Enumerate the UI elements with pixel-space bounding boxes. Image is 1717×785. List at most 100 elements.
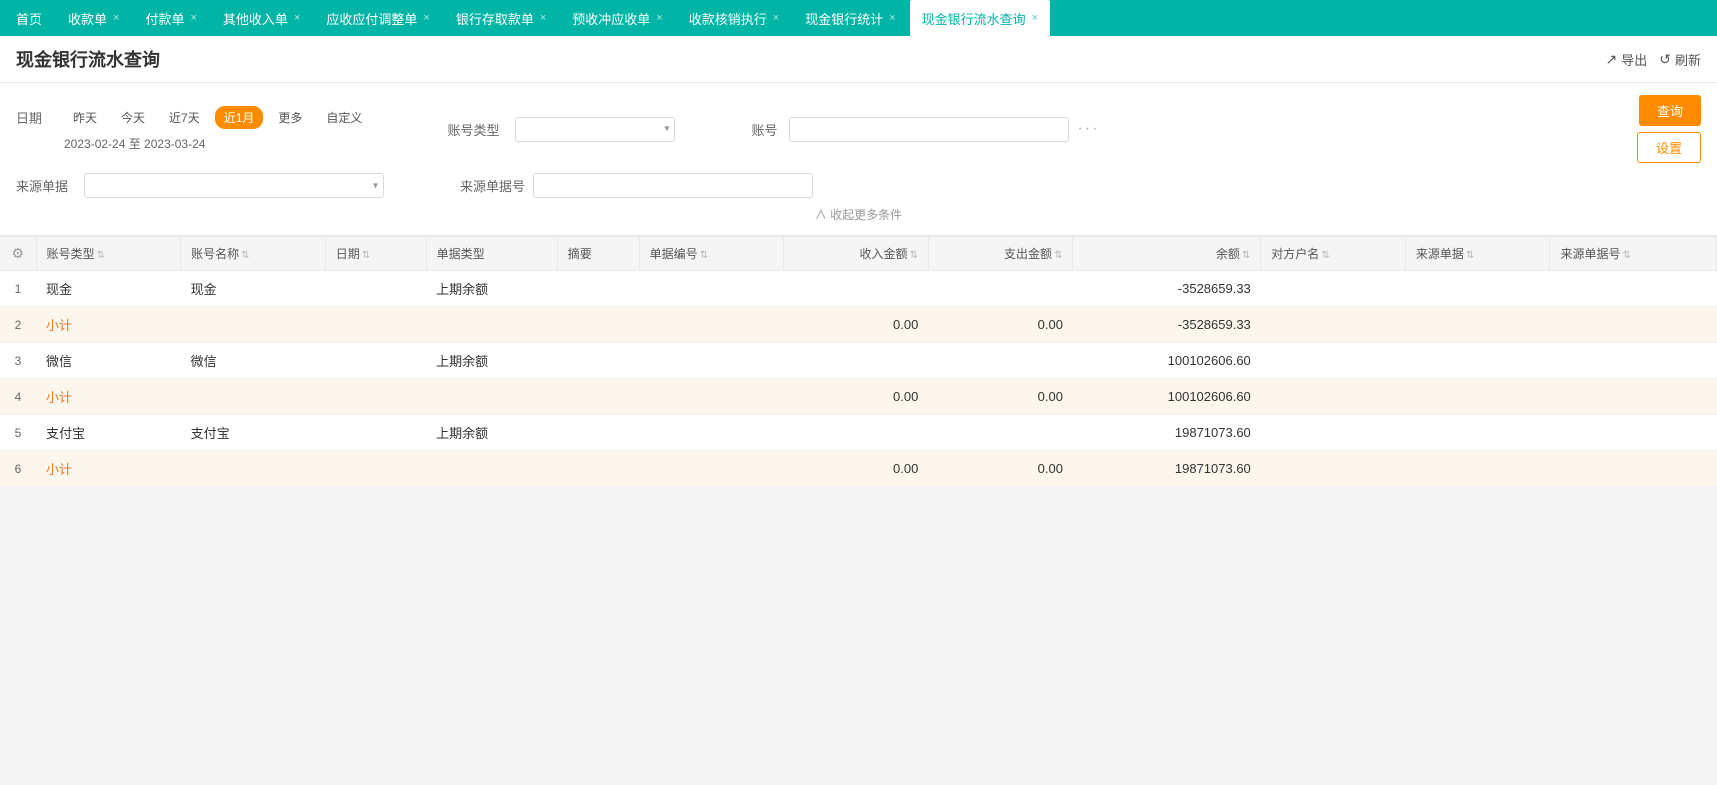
cell-source-doc-no <box>1550 379 1717 415</box>
data-table: ⚙ 账号类型⇅ 账号名称⇅ 日期⇅ 单据类型 摘要 单据编号⇅ <box>0 236 1717 487</box>
col-counterpart[interactable]: 对方户名⇅ <box>1261 237 1406 271</box>
nav-bank-flow[interactable]: 现金银行流水查询 × <box>910 0 1050 36</box>
col-income[interactable]: 收入金额⇅ <box>784 237 929 271</box>
cell-balance: 19871073.60 <box>1073 415 1261 451</box>
nav-other-income[interactable]: 其他收入单 × <box>211 0 312 36</box>
date-btn-more[interactable]: 更多 <box>269 106 311 129</box>
date-filter-group: 日期 昨天 今天 近7天 近1月 更多 自定义 2023-02-24 至 202… <box>16 106 371 152</box>
col-summary: 摘要 <box>557 237 639 271</box>
cell-date <box>325 379 426 415</box>
nav-receipt-close[interactable]: × <box>113 12 119 24</box>
top-nav: 首页 收款单 × 付款单 × 其他收入单 × 应收应付调整单 × 银行存取款单 … <box>0 0 1717 36</box>
cell-doc-type: 上期余额 <box>426 415 557 451</box>
source-doc-input[interactable] <box>84 173 384 198</box>
query-button[interactable]: 查询 <box>1639 95 1701 126</box>
nav-advance[interactable]: 预收冲应收单 × <box>560 0 674 36</box>
cell-counterpart <box>1261 307 1406 343</box>
nav-adjustment[interactable]: 应收应付调整单 × <box>314 0 441 36</box>
col-source-doc-no[interactable]: 来源单据号⇅ <box>1550 237 1717 271</box>
cell-source-doc <box>1405 307 1550 343</box>
col-settings[interactable]: ⚙ <box>0 237 36 271</box>
table-row[interactable]: 4小计0.000.00100102606.60 <box>0 379 1717 415</box>
settings-gear-icon[interactable]: ⚙ <box>11 245 24 261</box>
cell-balance: 19871073.60 <box>1073 451 1261 487</box>
refresh-button[interactable]: ↺ 刷新 <box>1659 50 1701 69</box>
sort-date-icon: ⇅ <box>362 250 370 261</box>
cell-income: 0.00 <box>784 379 929 415</box>
sort-counterpart-icon: ⇅ <box>1321 250 1329 261</box>
date-btn-yesterday[interactable]: 昨天 <box>64 106 106 129</box>
nav-verify[interactable]: 收款核销执行 × <box>677 0 791 36</box>
col-doc-no[interactable]: 单据编号⇅ <box>639 237 784 271</box>
settings-button[interactable]: 设置 <box>1637 132 1701 163</box>
table-row[interactable]: 5支付宝支付宝上期余额19871073.60 <box>0 415 1717 451</box>
cell-expense: 0.00 <box>928 379 1073 415</box>
account-more-button[interactable]: ··· <box>1077 120 1099 138</box>
nav-other-income-close[interactable]: × <box>294 12 300 24</box>
cell-source-doc <box>1405 451 1550 487</box>
col-date[interactable]: 日期⇅ <box>325 237 426 271</box>
col-source-doc[interactable]: 来源单据⇅ <box>1405 237 1550 271</box>
cell-summary <box>557 451 639 487</box>
table-row[interactable]: 1现金现金上期余额-3528659.33 <box>0 271 1717 307</box>
collapse-bar[interactable]: ∧ 收起更多条件 <box>16 206 1701 223</box>
col-balance[interactable]: 余额⇅ <box>1073 237 1261 271</box>
collapse-label: 收起更多条件 <box>830 208 902 222</box>
col-doc-type: 单据类型 <box>426 237 557 271</box>
cell-source-doc-no <box>1550 415 1717 451</box>
nav-bank-stats-close[interactable]: × <box>889 12 895 24</box>
account-type-select[interactable] <box>515 117 675 142</box>
sort-income-icon: ⇅ <box>909 250 917 261</box>
table-area: ⚙ 账号类型⇅ 账号名称⇅ 日期⇅ 单据类型 摘要 单据编号⇅ <box>0 236 1717 487</box>
cell-summary <box>557 379 639 415</box>
date-btn-1month[interactable]: 近1月 <box>215 106 264 129</box>
cell-doc-no <box>639 379 784 415</box>
nav-bank-deposit[interactable]: 银行存取款单 × <box>444 0 558 36</box>
date-btn-custom[interactable]: 自定义 <box>317 106 371 129</box>
col-account-name[interactable]: 账号名称⇅ <box>181 237 326 271</box>
nav-payment[interactable]: 付款单 × <box>133 0 208 36</box>
export-button[interactable]: ↗ 导出 <box>1606 50 1648 69</box>
cell-id: 6 <box>0 451 36 487</box>
table-row[interactable]: 6小计0.000.0019871073.60 <box>0 451 1717 487</box>
cell-expense: 0.00 <box>928 307 1073 343</box>
cell-income <box>784 415 929 451</box>
cell-counterpart <box>1261 271 1406 307</box>
nav-home[interactable]: 首页 <box>4 0 54 36</box>
source-doc-num-input[interactable] <box>533 173 813 198</box>
cell-summary <box>557 415 639 451</box>
cell-account-name: 微信 <box>181 343 326 379</box>
sort-balance-icon: ⇅ <box>1242 250 1250 261</box>
nav-receipt[interactable]: 收款单 × <box>56 0 131 36</box>
account-input[interactable] <box>789 117 1069 142</box>
table-body: 1现金现金上期余额-3528659.332小计0.000.00-3528659.… <box>0 271 1717 487</box>
cell-doc-type: 上期余额 <box>426 343 557 379</box>
cell-id: 2 <box>0 307 36 343</box>
nav-bank-stats[interactable]: 现金银行统计 × <box>793 0 907 36</box>
date-btn-today[interactable]: 今天 <box>112 106 154 129</box>
cell-source-doc-no <box>1550 271 1717 307</box>
nav-bank-deposit-close[interactable]: × <box>540 12 546 24</box>
account-type-select-wrapper: ▾ <box>515 117 675 142</box>
cell-counterpart <box>1261 343 1406 379</box>
nav-payment-close[interactable]: × <box>190 12 196 24</box>
cell-income: 0.00 <box>784 307 929 343</box>
nav-advance-close[interactable]: × <box>656 12 662 24</box>
nav-verify-close[interactable]: × <box>773 12 779 24</box>
nav-adjustment-close[interactable]: × <box>423 12 429 24</box>
nav-bank-flow-close[interactable]: × <box>1032 12 1038 24</box>
cell-expense <box>928 343 1073 379</box>
col-expense[interactable]: 支出金额⇅ <box>928 237 1073 271</box>
col-account-type[interactable]: 账号类型⇅ <box>36 237 181 271</box>
cell-id: 5 <box>0 415 36 451</box>
collapse-icon: ∧ <box>815 208 830 222</box>
table-row[interactable]: 2小计0.000.00-3528659.33 <box>0 307 1717 343</box>
account-filter: 账号 ··· <box>751 117 1099 142</box>
cell-account-name: 现金 <box>181 271 326 307</box>
sort-account-name-icon: ⇅ <box>241 250 249 261</box>
table-row[interactable]: 3微信微信上期余额100102606.60 <box>0 343 1717 379</box>
date-btn-7days[interactable]: 近7天 <box>160 106 209 129</box>
cell-account-type: 现金 <box>36 271 181 307</box>
cell-source-doc-no <box>1550 307 1717 343</box>
filter-right-actions: 查询 设置 <box>1637 95 1701 163</box>
